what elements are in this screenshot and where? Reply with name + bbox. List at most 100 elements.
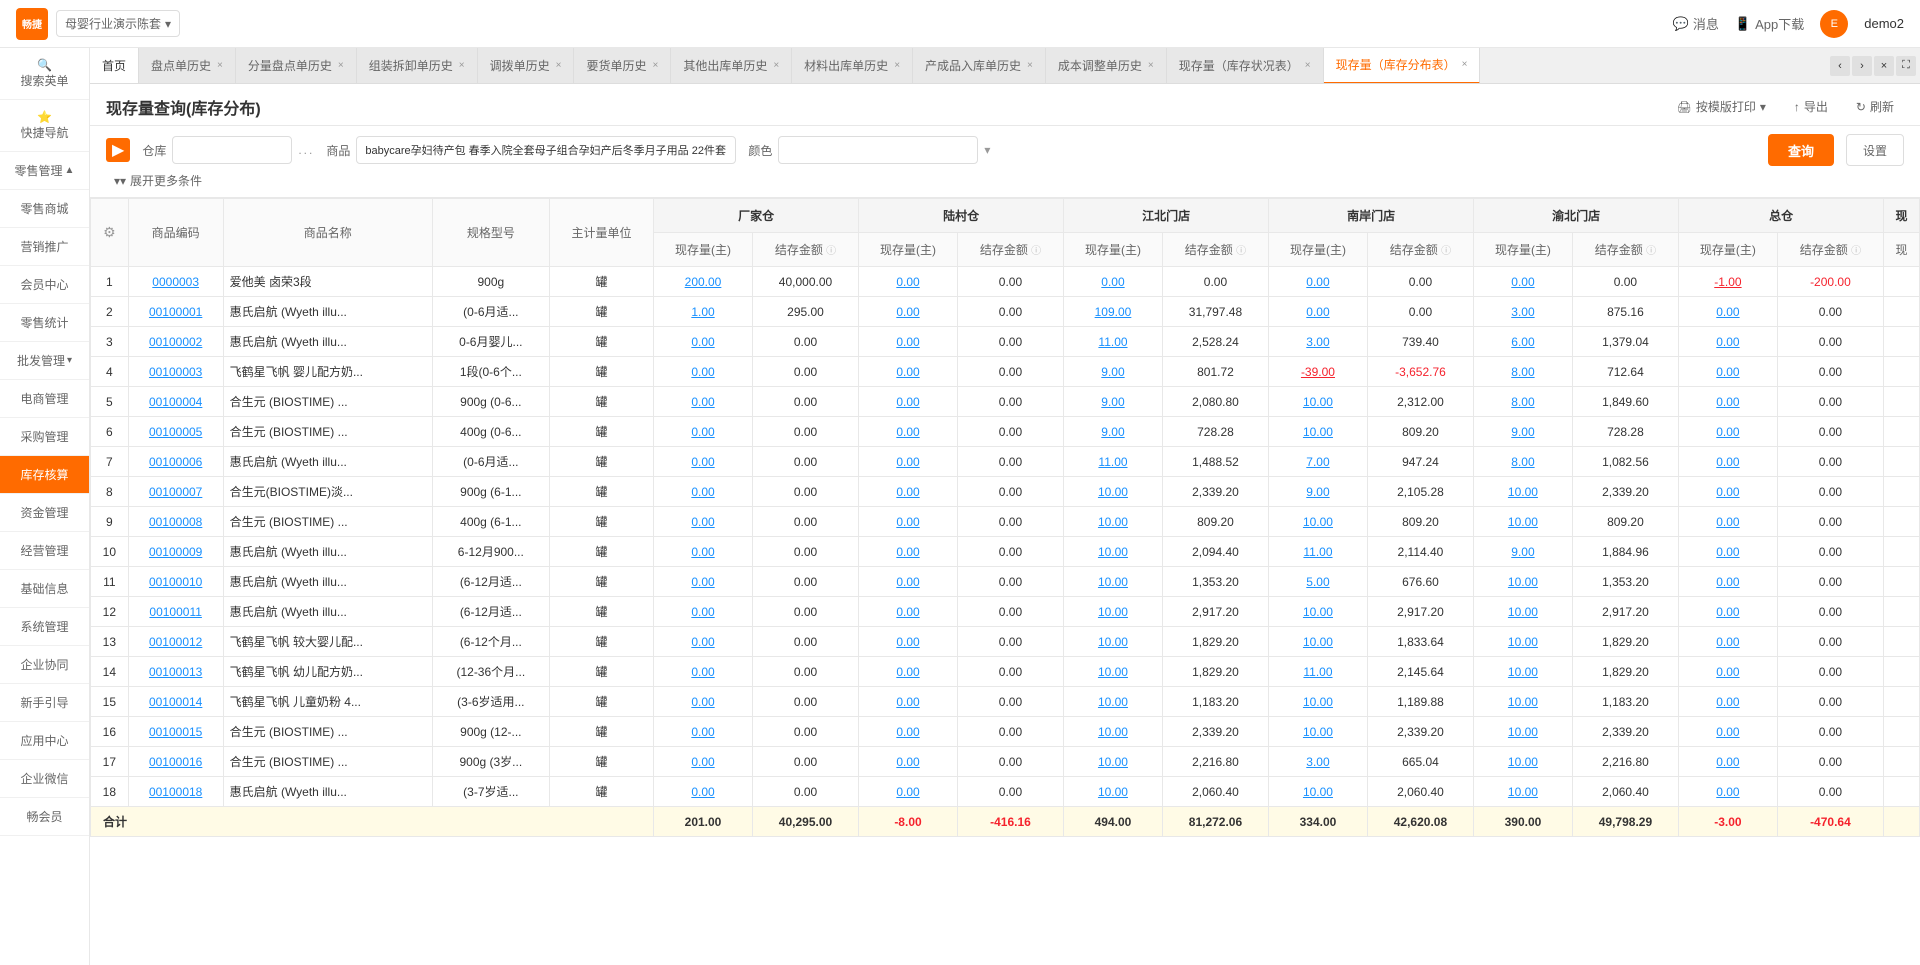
cell-w4-qty[interactable]: 10.00 [1269,417,1368,447]
cell-w2-qty[interactable]: 0.00 [859,357,958,387]
cell-w4-qty[interactable]: 11.00 [1269,537,1368,567]
cell-w5-qty[interactable]: 10.00 [1474,777,1573,807]
cell-w2-qty[interactable]: 0.00 [859,747,958,777]
cell-code[interactable]: 00100012 [128,627,223,657]
cell-w1-qty[interactable]: 0.00 [654,357,753,387]
cell-w1-qty[interactable]: 0.00 [654,687,753,717]
cell-w5-qty[interactable]: 8.00 [1474,357,1573,387]
cell-w4-qty[interactable]: 11.00 [1269,657,1368,687]
cell-w1-qty[interactable]: 200.00 [654,267,753,297]
sidebar-item-member[interactable]: 会员中心 [0,266,89,304]
sidebar-item-basic-info[interactable]: 基础信息 [0,570,89,608]
sidebar-item-system[interactable]: 系统管理 [0,608,89,646]
cell-code[interactable]: 00100006 [128,447,223,477]
cell-w2-qty[interactable]: 0.00 [859,627,958,657]
cell-code[interactable]: 00100001 [128,297,223,327]
cell-total-qty[interactable]: 0.00 [1679,687,1778,717]
cell-w1-qty[interactable]: 0.00 [654,447,753,477]
tab-transfer[interactable]: 调拨单历史 × [478,48,575,84]
messages-action[interactable]: 💬 消息 [1673,14,1719,33]
refresh-button[interactable]: ↻ 刷新 [1846,94,1904,119]
cell-w4-qty[interactable]: 0.00 [1269,297,1368,327]
cell-w5-qty[interactable]: 10.00 [1474,477,1573,507]
store-selector[interactable]: 母婴行业演示陈套 ▾ [56,10,180,37]
cell-total-qty[interactable]: 0.00 [1679,537,1778,567]
cell-w3-qty[interactable]: 10.00 [1064,537,1163,567]
cell-w2-qty[interactable]: 0.00 [859,387,958,417]
cell-w5-qty[interactable]: 10.00 [1474,627,1573,657]
cell-w3-qty[interactable]: 10.00 [1064,747,1163,777]
cell-w2-qty[interactable]: 0.00 [859,597,958,627]
cell-w3-qty[interactable]: 10.00 [1064,597,1163,627]
cell-w4-qty[interactable]: 3.00 [1269,327,1368,357]
tab-current-dist[interactable]: 现存量（库存分布表） × [1324,48,1481,84]
cell-code[interactable]: 00100003 [128,357,223,387]
tab-close-icon[interactable]: × [1027,60,1033,71]
cell-w5-qty[interactable]: 6.00 [1474,327,1573,357]
cell-w5-qty[interactable]: 3.00 [1474,297,1573,327]
export-button[interactable]: ↑ 导出 [1784,94,1838,119]
cell-total-qty[interactable]: 0.00 [1679,387,1778,417]
sidebar-item-nav[interactable]: ⭐ 快捷导航 [0,100,89,152]
cell-w1-qty[interactable]: 0.00 [654,477,753,507]
tab-inventory-count[interactable]: 盘点单历史 × [139,48,236,84]
tab-close-icon[interactable]: × [1148,60,1154,71]
cell-w3-qty[interactable]: 9.00 [1064,417,1163,447]
sidebar-item-operations[interactable]: 经营管理 [0,532,89,570]
cell-w3-qty[interactable]: 10.00 [1064,717,1163,747]
cell-w5-qty[interactable]: 0.00 [1474,267,1573,297]
cell-w2-qty[interactable]: 0.00 [859,567,958,597]
tab-close-icon[interactable]: × [1305,60,1311,71]
cell-code[interactable]: 00100011 [128,597,223,627]
cell-w2-qty[interactable]: 0.00 [859,447,958,477]
cell-w3-qty[interactable]: 10.00 [1064,777,1163,807]
cell-w2-qty[interactable]: 0.00 [859,687,958,717]
cell-w2-qty[interactable]: 0.00 [859,507,958,537]
cell-w1-qty[interactable]: 0.00 [654,327,753,357]
product-input[interactable] [356,136,736,164]
cell-w4-qty[interactable]: 10.00 [1269,717,1368,747]
tab-close-icon[interactable]: × [338,60,344,71]
query-button[interactable]: 查询 [1768,134,1834,166]
cell-w3-qty[interactable]: 10.00 [1064,687,1163,717]
color-input[interactable] [778,136,978,164]
warehouse-input[interactable] [172,136,292,164]
sidebar-item-purchase[interactable]: 采购管理 [0,418,89,456]
tab-close-icon[interactable]: × [556,60,562,71]
tab-close-icon[interactable]: × [1462,59,1468,70]
sidebar-item-wholesale[interactable]: 批发管理 ▾ [0,342,89,380]
tab-close-icon[interactable]: × [459,60,465,71]
tab-current-table[interactable]: 现存量（库存状况表） × [1167,48,1324,84]
tab-prev-button[interactable]: ‹ [1830,56,1850,76]
cell-code[interactable]: 0000003 [128,267,223,297]
cell-total-qty[interactable]: 0.00 [1679,297,1778,327]
cell-total-qty[interactable]: 0.00 [1679,597,1778,627]
cell-total-qty[interactable]: 0.00 [1679,477,1778,507]
cell-w4-qty[interactable]: -39.00 [1269,357,1368,387]
cell-w5-qty[interactable]: 9.00 [1474,537,1573,567]
cell-w4-qty[interactable]: 10.00 [1269,777,1368,807]
cell-code[interactable]: 00100018 [128,777,223,807]
cell-w3-qty[interactable]: 9.00 [1064,357,1163,387]
info-icon[interactable]: ⓘ [1646,246,1656,257]
cell-w1-qty[interactable]: 0.00 [654,657,753,687]
sidebar-item-members-vip[interactable]: 畅会员 [0,798,89,836]
tab-next-button[interactable]: › [1852,56,1872,76]
cell-code[interactable]: 00100015 [128,717,223,747]
cell-w4-qty[interactable]: 10.00 [1269,507,1368,537]
cell-total-qty[interactable]: 0.00 [1679,567,1778,597]
sidebar-item-retail-store[interactable]: 零售商城 [0,190,89,228]
tab-close-icon[interactable]: × [894,60,900,71]
cell-code[interactable]: 00100016 [128,747,223,777]
cell-w2-qty[interactable]: 0.00 [859,657,958,687]
cell-w5-qty[interactable]: 9.00 [1474,417,1573,447]
sidebar-item-app-center[interactable]: 应用中心 [0,722,89,760]
cell-w2-qty[interactable]: 0.00 [859,777,958,807]
cell-total-qty[interactable]: 0.00 [1679,417,1778,447]
cell-w5-qty[interactable]: 10.00 [1474,657,1573,687]
cell-w5-qty[interactable]: 8.00 [1474,387,1573,417]
th-settings[interactable]: ⚙ [91,199,129,267]
cell-code[interactable]: 00100008 [128,507,223,537]
cell-total-qty[interactable]: 0.00 [1679,357,1778,387]
tab-close-icon[interactable]: × [217,60,223,71]
